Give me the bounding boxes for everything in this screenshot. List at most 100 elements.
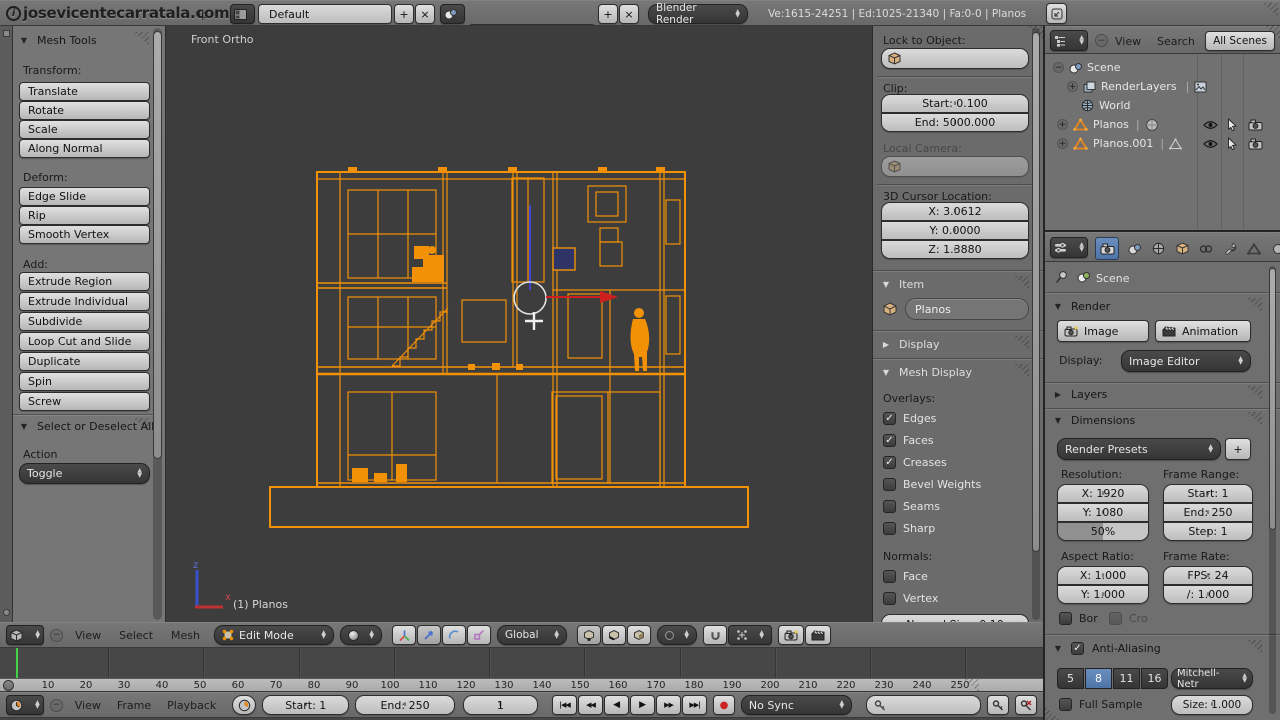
editor-type-selector[interactable]: ▲ ▼: [1050, 30, 1088, 51]
fps-base-field[interactable]: ‹/: 1.000 ›: [1163, 585, 1253, 604]
play-button[interactable]: ▶: [630, 695, 656, 715]
spin-button[interactable]: Spin: [19, 372, 150, 391]
edge-slide-button[interactable]: Edge Slide: [19, 187, 150, 206]
occlude-geometry-dropdown[interactable]: ▲ ▼: [657, 625, 698, 645]
renderability-camera-icon[interactable]: [1248, 119, 1263, 131]
manipulator-translate-button[interactable]: [417, 625, 442, 645]
mesh-tools-panel-header[interactable]: ▼ Mesh Tools: [19, 34, 97, 47]
resolution-percentage-slider[interactable]: 50%: [1057, 522, 1149, 541]
sync-dropdown[interactable]: No Sync ▲ ▼: [740, 695, 853, 715]
tab-object-data[interactable]: [1242, 237, 1266, 260]
visibility-eye-icon[interactable]: [1203, 120, 1218, 130]
aa-filter-dropdown[interactable]: Mitchell-Netr ▲ ▼: [1171, 668, 1253, 690]
local-camera-field[interactable]: [881, 156, 1029, 177]
tab-scene[interactable]: [1122, 237, 1146, 260]
frame-menu[interactable]: Frame: [117, 699, 151, 712]
clip-end-field[interactable]: ‹ End: 5000.000 ›: [881, 113, 1029, 132]
tab-object[interactable]: [1170, 237, 1194, 260]
manipulator-rotate-button[interactable]: [442, 625, 467, 645]
region-handle-icon[interactable]: [3, 30, 10, 37]
opengl-render-button[interactable]: [778, 625, 805, 645]
playback-menu[interactable]: Playback: [167, 699, 216, 712]
render-panel-header[interactable]: ▼ Render: [1053, 300, 1110, 313]
add-scene-button[interactable]: +: [598, 4, 618, 24]
add-layout-button[interactable]: +: [394, 4, 414, 24]
frame-step-field[interactable]: ‹ Step: 1 ›: [1163, 522, 1253, 541]
panel-grip[interactable]: [1013, 336, 1029, 350]
opengl-render-anim-button[interactable]: [805, 625, 832, 645]
frame-end-field[interactable]: ‹ End: 250 ›: [1163, 503, 1253, 522]
edges-checkbox[interactable]: ✓ Edges: [883, 412, 936, 425]
render-animation-button[interactable]: Animation: [1155, 320, 1251, 342]
aa-samples-16-button[interactable]: 16: [1141, 668, 1168, 689]
vertex-normals-checkbox[interactable]: ✓Vertex: [883, 592, 938, 605]
along-normal-button[interactable]: Along Normal: [19, 139, 150, 158]
panel-grip[interactable]: [1246, 386, 1262, 400]
play-reverse-button[interactable]: ◀: [604, 695, 630, 715]
editor-type-selector[interactable]: ▲ ▼: [6, 695, 44, 715]
subdivide-button[interactable]: Subdivide: [19, 312, 150, 331]
current-frame-field[interactable]: ‹ 1 ›: [462, 695, 539, 715]
editor-type-selector[interactable]: ▲ ▼: [6, 625, 44, 645]
tab-modifiers[interactable]: [1218, 237, 1242, 260]
extrude-region-button[interactable]: Extrude Region: [19, 272, 150, 291]
render-presets-dropdown[interactable]: Render Presets ▲ ▼: [1057, 438, 1221, 460]
tab-partial[interactable]: [1266, 237, 1280, 260]
search-menu[interactable]: Search: [1157, 35, 1195, 48]
record-button[interactable]: ●: [713, 695, 735, 715]
duplicate-window-button[interactable]: [1046, 3, 1067, 24]
tab-constraints[interactable]: [1194, 237, 1218, 260]
dimensions-panel-header[interactable]: ▼ Dimensions: [1053, 414, 1135, 427]
properties-scrollbar[interactable]: [1269, 266, 1276, 714]
frame-start-field[interactable]: ‹ Start: 1 ›: [1163, 484, 1253, 503]
npanel-scrollbar[interactable]: [1032, 28, 1040, 620]
expand-icon[interactable]: +: [1067, 81, 1078, 92]
display-panel-header[interactable]: ▶ Display: [881, 338, 940, 351]
edge-select-mode-button[interactable]: [602, 625, 627, 645]
mesh-menu[interactable]: Mesh: [171, 629, 200, 642]
collapse-icon[interactable]: −: [1053, 62, 1064, 73]
outliner-row-planos[interactable]: + Planos |: [1045, 115, 1280, 134]
fps-field[interactable]: ‹ FPS: 24 ›: [1163, 566, 1253, 585]
bevel-weights-checkbox[interactable]: ✓Bevel Weights: [883, 478, 981, 491]
jump-to-start-button[interactable]: |◀◀: [552, 695, 578, 715]
tab-world[interactable]: [1146, 237, 1170, 260]
aa-samples-11-button[interactable]: 11: [1113, 668, 1140, 689]
panel-grip[interactable]: [1246, 640, 1262, 654]
face-normals-checkbox[interactable]: ✓Face: [883, 570, 928, 583]
clip-start-field[interactable]: ‹ Start: 0.100 ›: [881, 94, 1029, 113]
display-scope-dropdown[interactable]: All Scenes: [1205, 31, 1275, 51]
timeline-editor[interactable]: 10 20 30 40 50 60 70 80 90 100 110 120 1…: [0, 648, 1043, 720]
face-select-mode-button[interactable]: [627, 625, 652, 645]
aspect-y-field[interactable]: ‹ Y: 1.000 ›: [1057, 585, 1149, 604]
smooth-vertex-button[interactable]: Smooth Vertex: [19, 225, 150, 244]
cursor-z-field[interactable]: ‹ Z: 1.3880 ›: [881, 240, 1029, 259]
aa-size-field[interactable]: ‹ Size: 1.000 ›: [1171, 695, 1253, 715]
scale-button[interactable]: Scale: [19, 120, 150, 139]
manipulator-axis-button[interactable]: [392, 625, 417, 645]
selectability-cursor-icon[interactable]: [1227, 137, 1237, 150]
panel-grip[interactable]: [133, 32, 149, 46]
snap-toggle-button[interactable]: [703, 625, 728, 645]
render-engine-dropdown[interactable]: Blender Render ▲ ▼: [648, 2, 748, 25]
keying-set-field[interactable]: [866, 695, 982, 715]
jump-to-end-button[interactable]: ▶▶|: [682, 695, 708, 715]
add-preset-button[interactable]: +: [1225, 438, 1251, 460]
panel-grip[interactable]: [1013, 364, 1029, 378]
visibility-eye-icon[interactable]: [1203, 139, 1218, 149]
rip-button[interactable]: Rip: [19, 206, 150, 225]
duplicate-button[interactable]: Duplicate: [19, 352, 150, 371]
panel-grip[interactable]: [1246, 412, 1262, 426]
scene-icon-button[interactable]: [440, 4, 465, 24]
faces-checkbox[interactable]: ✓ Faces: [883, 434, 934, 447]
view-menu[interactable]: View: [75, 629, 101, 642]
viewport-3d[interactable]: Front Ortho z x (1) Planos ▼ Mesh Tools T…: [0, 26, 1043, 648]
item-panel-header[interactable]: ▼ Item: [881, 278, 924, 291]
resolution-y-field[interactable]: ‹ Y: 1080 ›: [1057, 503, 1149, 522]
mode-dropdown[interactable]: Edit Mode ▲ ▼: [214, 625, 335, 645]
viewport-shading-dropdown[interactable]: ▲ ▼: [340, 625, 383, 645]
full-sample-checkbox[interactable]: ✓Full Sample: [1059, 698, 1143, 711]
screen-layout-field[interactable]: Default: [258, 4, 392, 24]
collapse-menus-icon[interactable]: −: [50, 628, 63, 642]
panel-grip[interactable]: [1013, 276, 1029, 290]
